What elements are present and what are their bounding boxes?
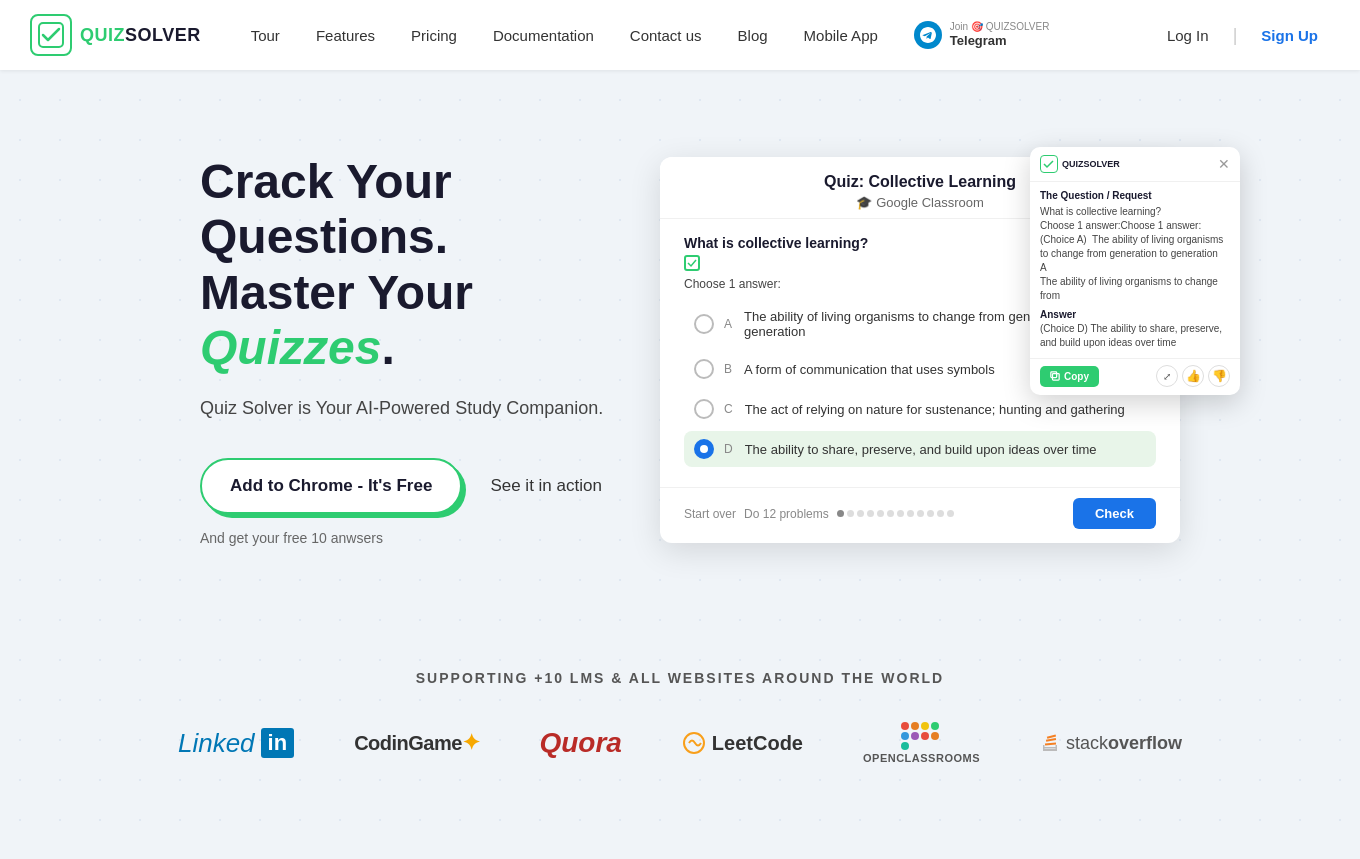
brand-stackoverflow: stackoverflow bbox=[1040, 731, 1182, 755]
nav-item-mobile[interactable]: Mobile App bbox=[788, 19, 894, 52]
navbar: QUIZSOLVER Tour Features Pricing Documen… bbox=[0, 0, 1360, 70]
dot-2 bbox=[847, 510, 854, 517]
option-circle-d bbox=[694, 439, 714, 459]
ai-popup: QUIZSOLVER ✕ The Question / Request What… bbox=[1030, 147, 1240, 395]
add-to-chrome-button[interactable]: Add to Chrome - It's Free bbox=[200, 458, 462, 514]
option-circle-b bbox=[694, 359, 714, 379]
auth-area: Log In | Sign Up bbox=[1155, 21, 1330, 50]
ai-popup-header: QUIZSOLVER ✕ bbox=[1030, 147, 1240, 182]
brand-quora: Quora bbox=[539, 727, 621, 759]
dot-8 bbox=[907, 510, 914, 517]
ai-popup-answer-text: (Choice D) The ability to share, preserv… bbox=[1040, 322, 1230, 350]
ai-popup-dislike-button[interactable]: 👎 bbox=[1208, 365, 1230, 387]
option-circle-c bbox=[694, 399, 714, 419]
brand-linkedin: Linked in bbox=[178, 728, 294, 759]
nav-item-features[interactable]: Features bbox=[300, 19, 391, 52]
ai-popup-expand-button[interactable]: ⤢ bbox=[1156, 365, 1178, 387]
logo-text: QUIZSOLVER bbox=[80, 25, 201, 46]
dot-10 bbox=[927, 510, 934, 517]
source-icon: 🎓 bbox=[856, 195, 872, 210]
svg-rect-10 bbox=[1056, 745, 1058, 751]
start-over[interactable]: Start over bbox=[684, 507, 736, 521]
ai-popup-question-text: What is collective learning? Choose 1 an… bbox=[1040, 205, 1230, 303]
telegram-button[interactable]: Join 🎯 QUIZSOLVER Telegram bbox=[898, 13, 1066, 57]
ai-popup-brand: QUIZSOLVER bbox=[1062, 159, 1120, 169]
brand-codingame: CodinGame✦ bbox=[354, 730, 479, 756]
signup-button[interactable]: Sign Up bbox=[1249, 21, 1330, 50]
dots-area bbox=[837, 510, 954, 517]
nav-links: Tour Features Pricing Documentation Cont… bbox=[235, 13, 1151, 57]
hero-subtitle: Quiz Solver is Your AI-Powered Study Com… bbox=[200, 395, 660, 422]
brand-leetcode: LeetCode bbox=[682, 731, 803, 755]
option-circle-a bbox=[694, 314, 714, 334]
dot-11 bbox=[937, 510, 944, 517]
svg-rect-9 bbox=[1043, 745, 1045, 751]
auth-divider: | bbox=[1233, 25, 1238, 46]
quiz-footer: Start over Do 12 problems bbox=[660, 487, 1180, 543]
nav-item-tour[interactable]: Tour bbox=[235, 19, 296, 52]
dot-5 bbox=[877, 510, 884, 517]
ai-popup-logo: QUIZSOLVER bbox=[1040, 155, 1120, 173]
svg-rect-8 bbox=[1047, 734, 1056, 738]
dot-1 bbox=[837, 510, 844, 517]
ai-popup-copy-button[interactable]: Copy bbox=[1040, 366, 1099, 387]
dot-9 bbox=[917, 510, 924, 517]
dot-12 bbox=[947, 510, 954, 517]
svg-rect-6 bbox=[1045, 742, 1056, 745]
ai-popup-close-button[interactable]: ✕ bbox=[1218, 156, 1230, 172]
hero-title: Crack Your Questions. Master Your Quizze… bbox=[200, 154, 660, 375]
nav-item-documentation[interactable]: Documentation bbox=[477, 19, 610, 52]
nav-item-blog[interactable]: Blog bbox=[722, 19, 784, 52]
login-button[interactable]: Log In bbox=[1155, 21, 1221, 50]
quiz-footer-left: Start over Do 12 problems bbox=[684, 507, 954, 521]
dot-3 bbox=[857, 510, 864, 517]
svg-rect-5 bbox=[1044, 747, 1056, 749]
supporting-title: SUPPORTING +10 LMS & ALL WEBSITES AROUND… bbox=[0, 670, 1360, 686]
ai-popup-body: The Question / Request What is collectiv… bbox=[1030, 182, 1240, 358]
supporting-section: SUPPORTING +10 LMS & ALL WEBSITES AROUND… bbox=[0, 630, 1360, 814]
see-in-action-button[interactable]: See it in action bbox=[486, 468, 606, 504]
do-problems: Do 12 problems bbox=[744, 507, 829, 521]
quiz-option-c[interactable]: C The act of relying on nature for suste… bbox=[684, 391, 1156, 427]
logos-row: Linked in CodinGame✦ Quora LeetCode bbox=[0, 722, 1360, 764]
hero-section: Crack Your Questions. Master Your Quizze… bbox=[0, 70, 1360, 630]
hero-free-text: And get your free 10 anwsers bbox=[200, 530, 660, 546]
checkbox-icon bbox=[684, 255, 700, 271]
ai-popup-answer-label: Answer bbox=[1040, 309, 1230, 320]
dot-6 bbox=[887, 510, 894, 517]
nav-item-pricing[interactable]: Pricing bbox=[395, 19, 473, 52]
ai-popup-answer-section: Answer (Choice D) The ability to share, … bbox=[1040, 309, 1230, 350]
logo[interactable]: QUIZSOLVER bbox=[30, 14, 201, 56]
ai-popup-question-label: The Question / Request bbox=[1040, 190, 1230, 201]
ai-popup-action-icons: ⤢ 👍 👎 bbox=[1156, 365, 1230, 387]
ai-popup-like-button[interactable]: 👍 bbox=[1182, 365, 1204, 387]
telegram-icon bbox=[914, 21, 942, 49]
ai-popup-logo-icon bbox=[1040, 155, 1058, 173]
svg-rect-2 bbox=[1051, 372, 1057, 378]
hero-right: Quiz: Collective Learning 🎓 Google Class… bbox=[660, 157, 1180, 543]
hero-left: Crack Your Questions. Master Your Quizze… bbox=[200, 154, 660, 546]
ai-popup-actions: Copy ⤢ 👍 👎 bbox=[1030, 358, 1240, 395]
nav-item-contact[interactable]: Contact us bbox=[614, 19, 718, 52]
svg-rect-1 bbox=[1053, 374, 1060, 381]
quiz-option-d[interactable]: D The ability to share, preserve, and bu… bbox=[684, 431, 1156, 467]
svg-rect-4 bbox=[1044, 749, 1056, 751]
logo-icon bbox=[30, 14, 72, 56]
brand-openclassrooms: OPENCLASSROOMS bbox=[863, 722, 980, 764]
check-button[interactable]: Check bbox=[1073, 498, 1156, 529]
hero-buttons: Add to Chrome - It's Free See it in acti… bbox=[200, 458, 660, 514]
telegram-text: Join 🎯 QUIZSOLVER Telegram bbox=[950, 21, 1050, 49]
dot-4 bbox=[867, 510, 874, 517]
dot-7 bbox=[897, 510, 904, 517]
